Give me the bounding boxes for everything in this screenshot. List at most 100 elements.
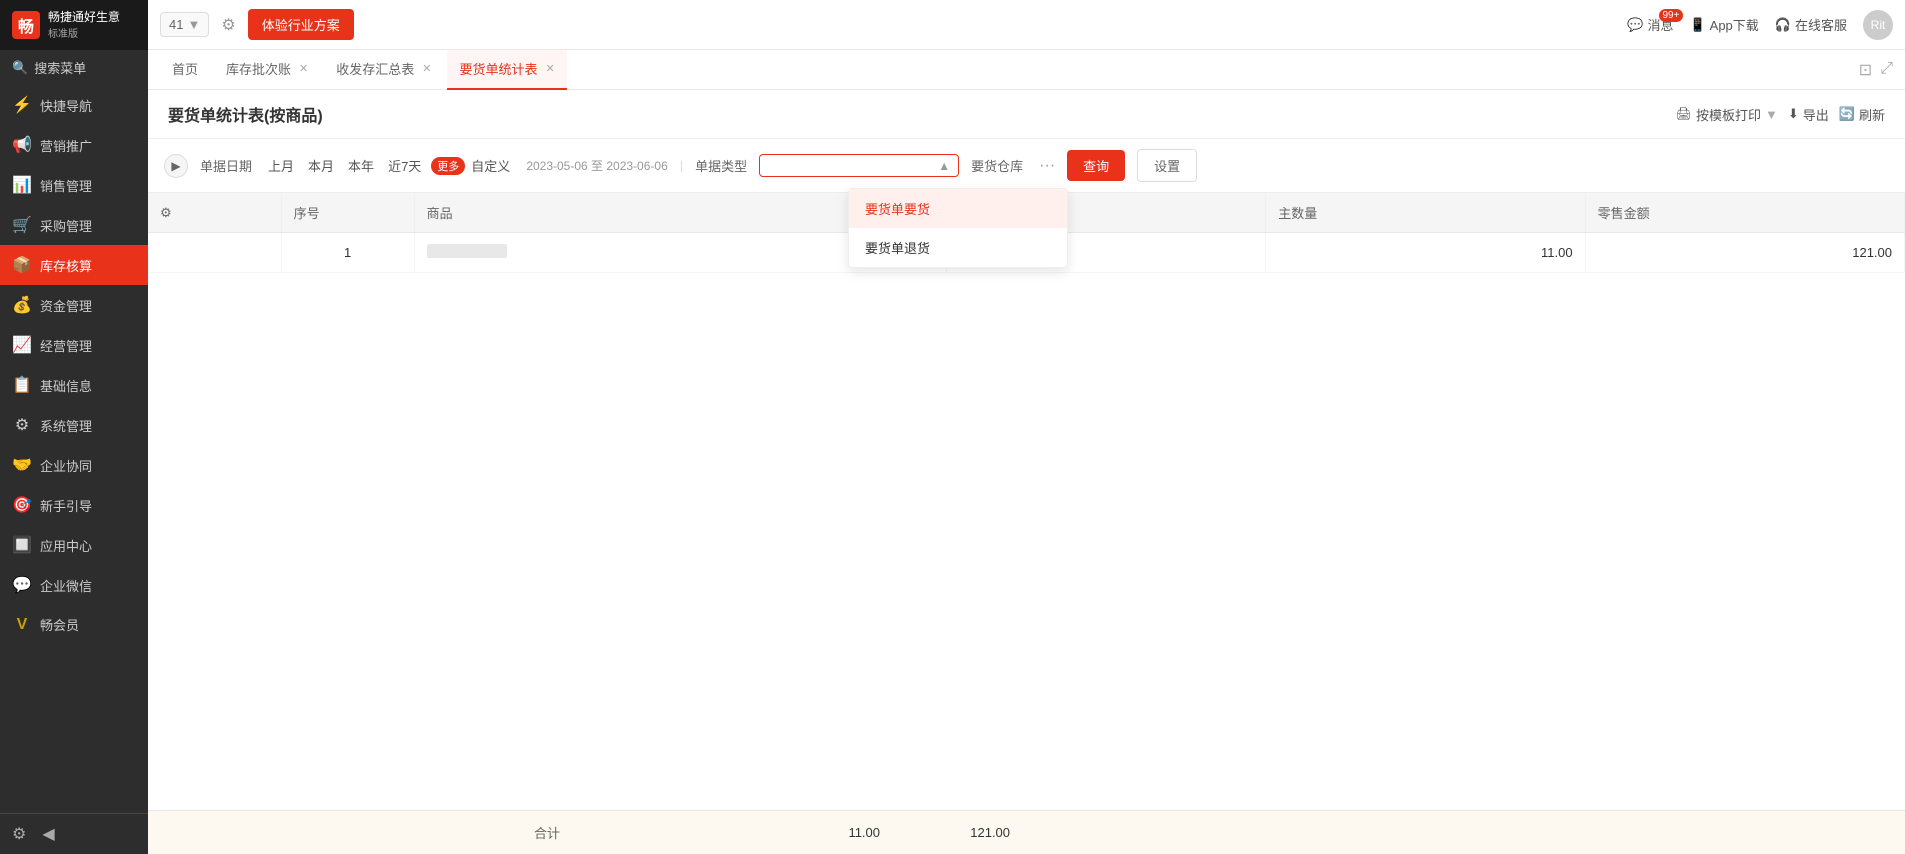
- page-title: 要货单统计表(按商品): [168, 102, 323, 126]
- cell-num: 1: [281, 233, 414, 273]
- print-dropdown-icon: ▼: [1765, 107, 1778, 122]
- basics-icon: 📋: [12, 375, 32, 395]
- date-this-year[interactable]: 本年: [344, 154, 378, 177]
- sidebar-item-finance[interactable]: 💰 资金管理: [0, 285, 148, 325]
- topbar-online-service[interactable]: 🎧 在线客服: [1775, 15, 1847, 34]
- summary-qty: 11.00: [760, 825, 880, 840]
- weixin-icon: 💬: [12, 575, 32, 595]
- sidebar-item-label: 畅会员: [40, 615, 79, 634]
- sidebar-item-vip[interactable]: V 畅会员: [0, 605, 148, 644]
- type-filter-input[interactable]: ▲: [759, 154, 959, 177]
- enterprise-icon: 🤝: [12, 455, 32, 475]
- topbar-gear-icon[interactable]: ⚙: [221, 15, 235, 35]
- settings-button[interactable]: 设置: [1137, 149, 1197, 182]
- tab-order-stats-close[interactable]: ✕: [546, 62, 555, 75]
- sidebar-item-label: 经营管理: [40, 336, 92, 355]
- sidebar-item-apps[interactable]: 🔲 应用中心: [0, 525, 148, 565]
- topbar-messages[interactable]: 💬 消息 99+: [1627, 15, 1673, 34]
- sidebar-item-inventory[interactable]: 📦 库存核算: [0, 245, 148, 285]
- sidebar-item-enterprise[interactable]: 🤝 企业协同: [0, 445, 148, 485]
- date-custom-button[interactable]: 自定义: [471, 156, 510, 175]
- print-button[interactable]: 🖨 按模板打印 ▼: [1675, 105, 1777, 124]
- sidebar-item-system[interactable]: ⚙ 系统管理: [0, 405, 148, 445]
- app-icon: 📱: [1689, 17, 1705, 33]
- th-gear[interactable]: ⚙: [148, 193, 281, 233]
- cell-qty: 11.00: [1266, 233, 1585, 273]
- trial-button[interactable]: 体验行业方案: [248, 9, 354, 40]
- sidebar-item-label: 企业微信: [40, 576, 92, 595]
- dropdown-item-order-goods[interactable]: 要货单要货: [849, 189, 1067, 228]
- tab-restore-icon[interactable]: ⊡: [1859, 60, 1872, 80]
- export-label: 导出: [1803, 105, 1829, 124]
- apps-icon: 🔲: [12, 535, 32, 555]
- service-label: 在线客服: [1795, 15, 1847, 34]
- th-qty: 主数量: [1266, 193, 1585, 233]
- refresh-label: 刷新: [1859, 105, 1885, 124]
- th-num: 序号: [281, 193, 414, 233]
- tab-receive-summary-close[interactable]: ✕: [422, 62, 431, 75]
- operations-icon: 📈: [12, 335, 32, 355]
- quick-nav-icon: ⚡: [12, 95, 32, 115]
- page-header: 要货单统计表(按商品) 🖨 按模板打印 ▼ ⬇ 导出 🔄 刷新: [148, 90, 1905, 139]
- number-value: 41: [169, 17, 183, 32]
- type-dropdown-arrow[interactable]: ▲: [938, 159, 950, 173]
- tab-home[interactable]: 首页: [160, 50, 210, 90]
- page-content: 要货单统计表(按商品) 🖨 按模板打印 ▼ ⬇ 导出 🔄 刷新 ▶: [148, 90, 1905, 854]
- refresh-icon: 🔄: [1839, 106, 1855, 122]
- tab-batch-inventory-close[interactable]: ✕: [299, 62, 308, 75]
- sidebar-item-sales[interactable]: 📊 销售管理: [0, 165, 148, 205]
- sidebar-logo: 畅 畅捷通好生意 标准版: [0, 0, 148, 50]
- print-label: 按模板打印: [1696, 105, 1761, 124]
- sidebar-item-beginner[interactable]: 🎯 新手引导: [0, 485, 148, 525]
- date-more-button[interactable]: 更多: [431, 157, 465, 175]
- sidebar-item-basics[interactable]: 📋 基础信息: [0, 365, 148, 405]
- type-filter-label: 单据类型: [695, 156, 747, 175]
- sidebar-item-label: 库存核算: [40, 256, 92, 275]
- purchase-icon: 🛒: [12, 215, 32, 235]
- type-input-field[interactable]: [768, 158, 938, 173]
- date-last-month[interactable]: 上月: [264, 154, 298, 177]
- export-button[interactable]: ⬇ 导出: [1788, 105, 1829, 124]
- sidebar-search[interactable]: 🔍 搜索菜单: [0, 50, 148, 85]
- cell-amount: 121.00: [1585, 233, 1904, 273]
- sidebar: 畅 畅捷通好生意 标准版 🔍 搜索菜单 ⚡ 快捷导航 📢 营销推广 📊 销售管理…: [0, 0, 148, 854]
- refresh-button[interactable]: 🔄 刷新: [1839, 105, 1885, 124]
- sidebar-collapse-icon[interactable]: ◀: [42, 824, 54, 844]
- sidebar-settings-icon[interactable]: ⚙: [12, 824, 26, 844]
- summary-amount: 121.00: [890, 825, 1010, 840]
- sidebar-item-label: 销售管理: [40, 176, 92, 195]
- warehouse-filter-dots[interactable]: ···: [1039, 157, 1055, 175]
- topbar-right-actions: 💬 消息 99+ 📱 App下载 🎧 在线客服 Rit: [1627, 10, 1893, 40]
- topbar-number-selector[interactable]: 41 ▼: [160, 12, 209, 37]
- th-amount: 零售金额: [1585, 193, 1904, 233]
- tab-batch-inventory[interactable]: 库存批次账 ✕: [214, 50, 320, 90]
- tabbar: 首页 库存批次账 ✕ 收发存汇总表 ✕ 要货单统计表 ✕ ⊡ ⤢: [148, 50, 1905, 90]
- messages-badge: 99+: [1659, 9, 1684, 22]
- tab-expand-icon[interactable]: ⤢: [1880, 60, 1893, 80]
- sales-icon: 📊: [12, 175, 32, 195]
- sidebar-item-weixin[interactable]: 💬 企业微信: [0, 565, 148, 605]
- sidebar-item-label: 新手引导: [40, 496, 92, 515]
- search-icon: 🔍: [12, 60, 28, 76]
- filter-expand-button[interactable]: ▶: [164, 154, 188, 178]
- logo-icon: 畅: [12, 11, 40, 39]
- table-wrap: ⚙ 序号 商品 主计量单位 主数量 零售金额 1: [148, 193, 1905, 810]
- sidebar-item-label: 营销推广: [40, 136, 92, 155]
- date-this-month[interactable]: 本月: [304, 154, 338, 177]
- logo-sub: 标准版: [48, 25, 120, 40]
- tab-order-stats[interactable]: 要货单统计表 ✕: [447, 50, 566, 90]
- date-last-7-days[interactable]: 近7天: [384, 154, 425, 177]
- tab-receive-summary-label: 收发存汇总表: [336, 59, 414, 78]
- sidebar-item-quick-nav[interactable]: ⚡ 快捷导航: [0, 85, 148, 125]
- dropdown-item-order-return[interactable]: 要货单退货: [849, 228, 1067, 267]
- topbar-app-download[interactable]: 📱 App下载: [1689, 15, 1758, 34]
- number-dropdown-icon: ▼: [187, 17, 200, 32]
- export-icon: ⬇: [1788, 106, 1799, 122]
- tab-receive-summary[interactable]: 收发存汇总表 ✕: [324, 50, 443, 90]
- warehouse-filter-label: 要货仓库: [971, 156, 1023, 175]
- sidebar-item-operations[interactable]: 📈 经营管理: [0, 325, 148, 365]
- topbar-avatar[interactable]: Rit: [1863, 10, 1893, 40]
- sidebar-item-purchase[interactable]: 🛒 采购管理: [0, 205, 148, 245]
- sidebar-item-marketing[interactable]: 📢 营销推广: [0, 125, 148, 165]
- query-button[interactable]: 查询: [1067, 150, 1125, 181]
